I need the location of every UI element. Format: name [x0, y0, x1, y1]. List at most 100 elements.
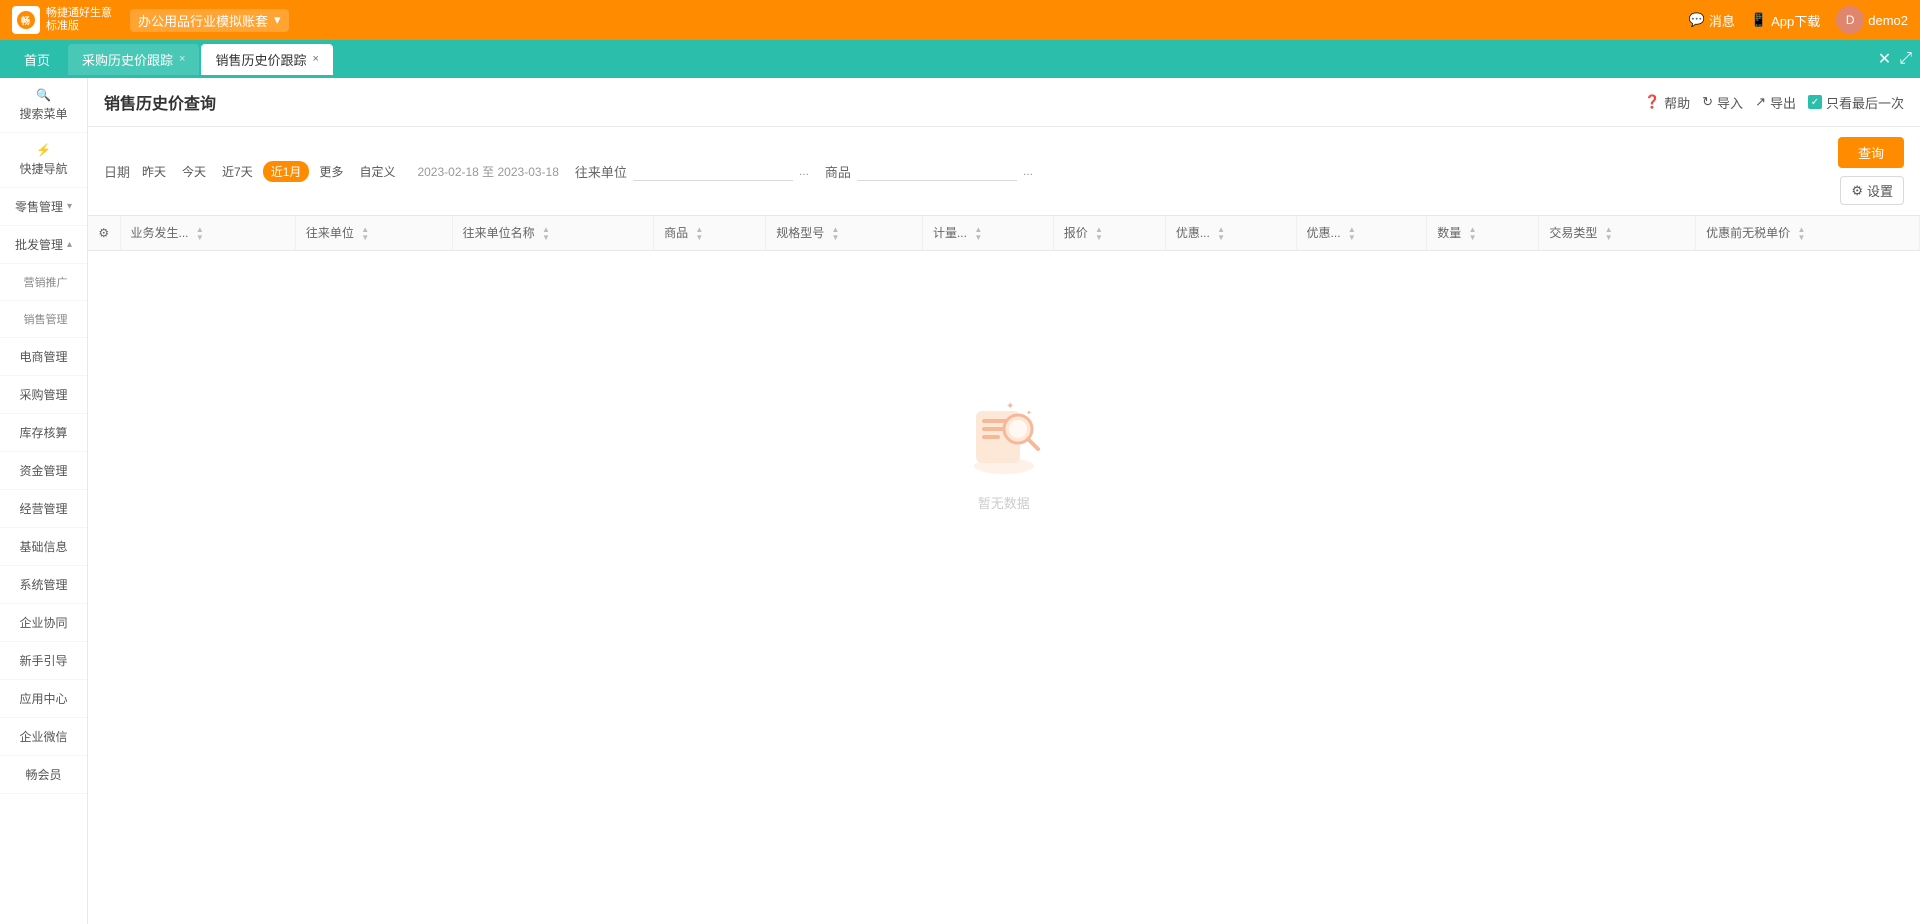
- message-action[interactable]: 💬 消息: [1689, 11, 1735, 30]
- sidebar-item-quick-nav[interactable]: ⚡ 快捷导航: [0, 133, 87, 188]
- th-spec[interactable]: 规格型号 ▲▼: [766, 216, 923, 250]
- app-download-action[interactable]: 📱 App下载: [1751, 11, 1820, 30]
- partner-dots: ...: [799, 164, 809, 178]
- product-input[interactable]: [857, 161, 1017, 181]
- sidebar-item-system[interactable]: 系统管理: [0, 566, 87, 604]
- sidebar-item-ecommerce[interactable]: 电商管理: [0, 338, 87, 376]
- date-btn-custom[interactable]: 自定义: [353, 161, 401, 182]
- sort-icon: ▲▼: [695, 226, 703, 242]
- tab-purchase[interactable]: 采购历史价跟踪 ×: [68, 44, 199, 75]
- th-discount1[interactable]: 优惠... ▲▼: [1165, 216, 1296, 250]
- sort-icon: ▲▼: [361, 226, 369, 242]
- partner-filter-group: 往来单位 ...: [575, 161, 809, 181]
- settings-icon: ⚙: [1851, 183, 1863, 199]
- date-btn-today[interactable]: 今天: [176, 161, 212, 182]
- sidebar: 🔍 搜索菜单 ⚡ 快捷导航 零售管理 ▾ 批发管理 ▴ 营销推广 销售管理 电商…: [0, 78, 88, 924]
- search-icon: 🔍: [36, 88, 51, 102]
- sort-icon: ▲▼: [1469, 226, 1477, 242]
- th-product[interactable]: 商品 ▲▼: [654, 216, 766, 250]
- sidebar-item-operation[interactable]: 经营管理: [0, 490, 87, 528]
- sidebar-item-wholesale[interactable]: 批发管理 ▴: [0, 226, 87, 264]
- checkbox-checked-icon: ✓: [1808, 95, 1822, 109]
- empty-state-row: ✦ ✦ 暂无数据: [88, 250, 1920, 652]
- sidebar-item-retail[interactable]: 零售管理 ▾: [0, 188, 87, 226]
- only-last-checkbox[interactable]: ✓ 只看最后一次: [1808, 93, 1904, 112]
- page-header: 销售历史价查询 ❓ 帮助 ↻ 导入 ↗ 导出: [88, 78, 1920, 127]
- date-filter-group: 日期 昨天 今天 近7天 近1月 更多 自定义: [104, 161, 401, 182]
- sort-icon: ▲▼: [1095, 226, 1103, 242]
- sidebar-item-marketing[interactable]: 营销推广: [0, 264, 87, 301]
- maximize-window-btn[interactable]: ⤢: [1899, 50, 1912, 68]
- th-discount2[interactable]: 优惠... ▲▼: [1296, 216, 1427, 250]
- header-actions: ❓ 帮助 ↻ 导入 ↗ 导出 ✓ 只看最后一: [1644, 93, 1904, 112]
- top-bar: 畅 畅捷通好生意 标准版 办公用品行业模拟账套 ▾ 💬 消息 📱 App下载 D…: [0, 0, 1920, 40]
- date-label: 日期: [104, 162, 130, 181]
- sidebar-item-purchase[interactable]: 采购管理: [0, 376, 87, 414]
- sort-icon: ▲▼: [832, 226, 840, 242]
- chevron-down-icon: ▾: [274, 12, 281, 28]
- sort-icon: ▲▼: [542, 226, 550, 242]
- th-pretax-price[interactable]: 优惠前无税单价 ▲▼: [1696, 216, 1920, 250]
- data-table: ⚙ 业务发生... ▲▼ 往来单位 ▲▼ 往来单位名称 ▲: [88, 216, 1920, 652]
- export-action[interactable]: ↗ 导出: [1755, 93, 1796, 112]
- help-icon: ❓: [1644, 94, 1660, 110]
- sidebar-item-newbie[interactable]: 新手引导: [0, 642, 87, 680]
- tab-sales-close[interactable]: ×: [312, 53, 318, 65]
- tab-bar-controls: ✕ ⤢: [1878, 49, 1912, 69]
- company-selector[interactable]: 办公用品行业模拟账套 ▾: [130, 9, 289, 32]
- help-action[interactable]: ❓ 帮助: [1644, 93, 1690, 112]
- date-range-text: 2023-02-18 至 2023-03-18: [417, 163, 558, 180]
- empty-text: 暂无数据: [978, 493, 1030, 512]
- sidebar-item-member[interactable]: 畅会员: [0, 756, 87, 794]
- date-btn-month[interactable]: 近1月: [263, 161, 310, 182]
- settings-button[interactable]: ⚙ 设置: [1840, 176, 1904, 205]
- sidebar-item-search-menu[interactable]: 🔍 搜索菜单: [0, 78, 87, 133]
- th-gear[interactable]: ⚙: [88, 216, 120, 250]
- logo: 畅 畅捷通好生意 标准版: [12, 6, 112, 34]
- nav-icon: ⚡: [36, 143, 51, 157]
- date-btn-more[interactable]: 更多: [313, 161, 349, 182]
- tab-home[interactable]: 首页: [8, 44, 66, 75]
- th-partner-name[interactable]: 往来单位名称 ▲▼: [452, 216, 653, 250]
- sort-icon: ▲▼: [196, 226, 204, 242]
- partner-label: 往来单位: [575, 162, 627, 181]
- sidebar-item-sales-mgmt[interactable]: 销售管理: [0, 301, 87, 338]
- th-biz-date[interactable]: 业务发生... ▲▼: [120, 216, 295, 250]
- chevron-down-icon: ▾: [67, 201, 72, 212]
- chevron-up-icon: ▴: [67, 239, 72, 250]
- th-partner-code[interactable]: 往来单位 ▲▼: [295, 216, 452, 250]
- svg-text:✦: ✦: [1006, 401, 1014, 412]
- sidebar-item-basic[interactable]: 基础信息: [0, 528, 87, 566]
- product-label: 商品: [825, 162, 851, 181]
- product-dots: ...: [1023, 164, 1033, 178]
- svg-text:✦: ✦: [1026, 409, 1032, 417]
- company-name: 办公用品行业模拟账套: [138, 11, 268, 30]
- sidebar-item-apps[interactable]: 应用中心: [0, 680, 87, 718]
- import-action[interactable]: ↻ 导入: [1702, 93, 1743, 112]
- sidebar-item-finance[interactable]: 资金管理: [0, 452, 87, 490]
- th-trade-type[interactable]: 交易类型 ▲▼: [1539, 216, 1696, 250]
- date-buttons: 昨天 今天 近7天 近1月 更多 自定义: [136, 161, 401, 182]
- sidebar-item-inventory[interactable]: 库存核算: [0, 414, 87, 452]
- table-container: ⚙ 业务发生... ▲▼ 往来单位 ▲▼ 往来单位名称 ▲: [88, 216, 1920, 924]
- sort-icon: ▲▼: [1348, 226, 1356, 242]
- product-filter-group: 商品 ...: [825, 161, 1033, 181]
- user-action[interactable]: D demo2: [1836, 6, 1908, 34]
- th-qty[interactable]: 数量 ▲▼: [1427, 216, 1539, 250]
- tab-purchase-close[interactable]: ×: [179, 53, 185, 65]
- message-icon: 💬: [1689, 12, 1705, 28]
- top-actions: 💬 消息 📱 App下载 D demo2: [1689, 6, 1908, 34]
- partner-input[interactable]: [633, 161, 793, 181]
- query-button[interactable]: 查询: [1838, 137, 1904, 168]
- tab-bar: 首页 采购历史价跟踪 × 销售历史价跟踪 × ✕ ⤢: [0, 40, 1920, 78]
- import-icon: ↻: [1702, 94, 1713, 110]
- date-btn-week[interactable]: 近7天: [216, 161, 259, 182]
- sidebar-item-enterprise[interactable]: 企业协同: [0, 604, 87, 642]
- date-btn-yesterday[interactable]: 昨天: [136, 161, 172, 182]
- th-price[interactable]: 报价 ▲▼: [1053, 216, 1165, 250]
- avatar: D: [1836, 6, 1864, 34]
- tab-sales[interactable]: 销售历史价跟踪 ×: [201, 44, 332, 75]
- th-unit[interactable]: 计量... ▲▼: [922, 216, 1053, 250]
- sidebar-item-wechat[interactable]: 企业微信: [0, 718, 87, 756]
- close-window-btn[interactable]: ✕: [1878, 49, 1891, 69]
